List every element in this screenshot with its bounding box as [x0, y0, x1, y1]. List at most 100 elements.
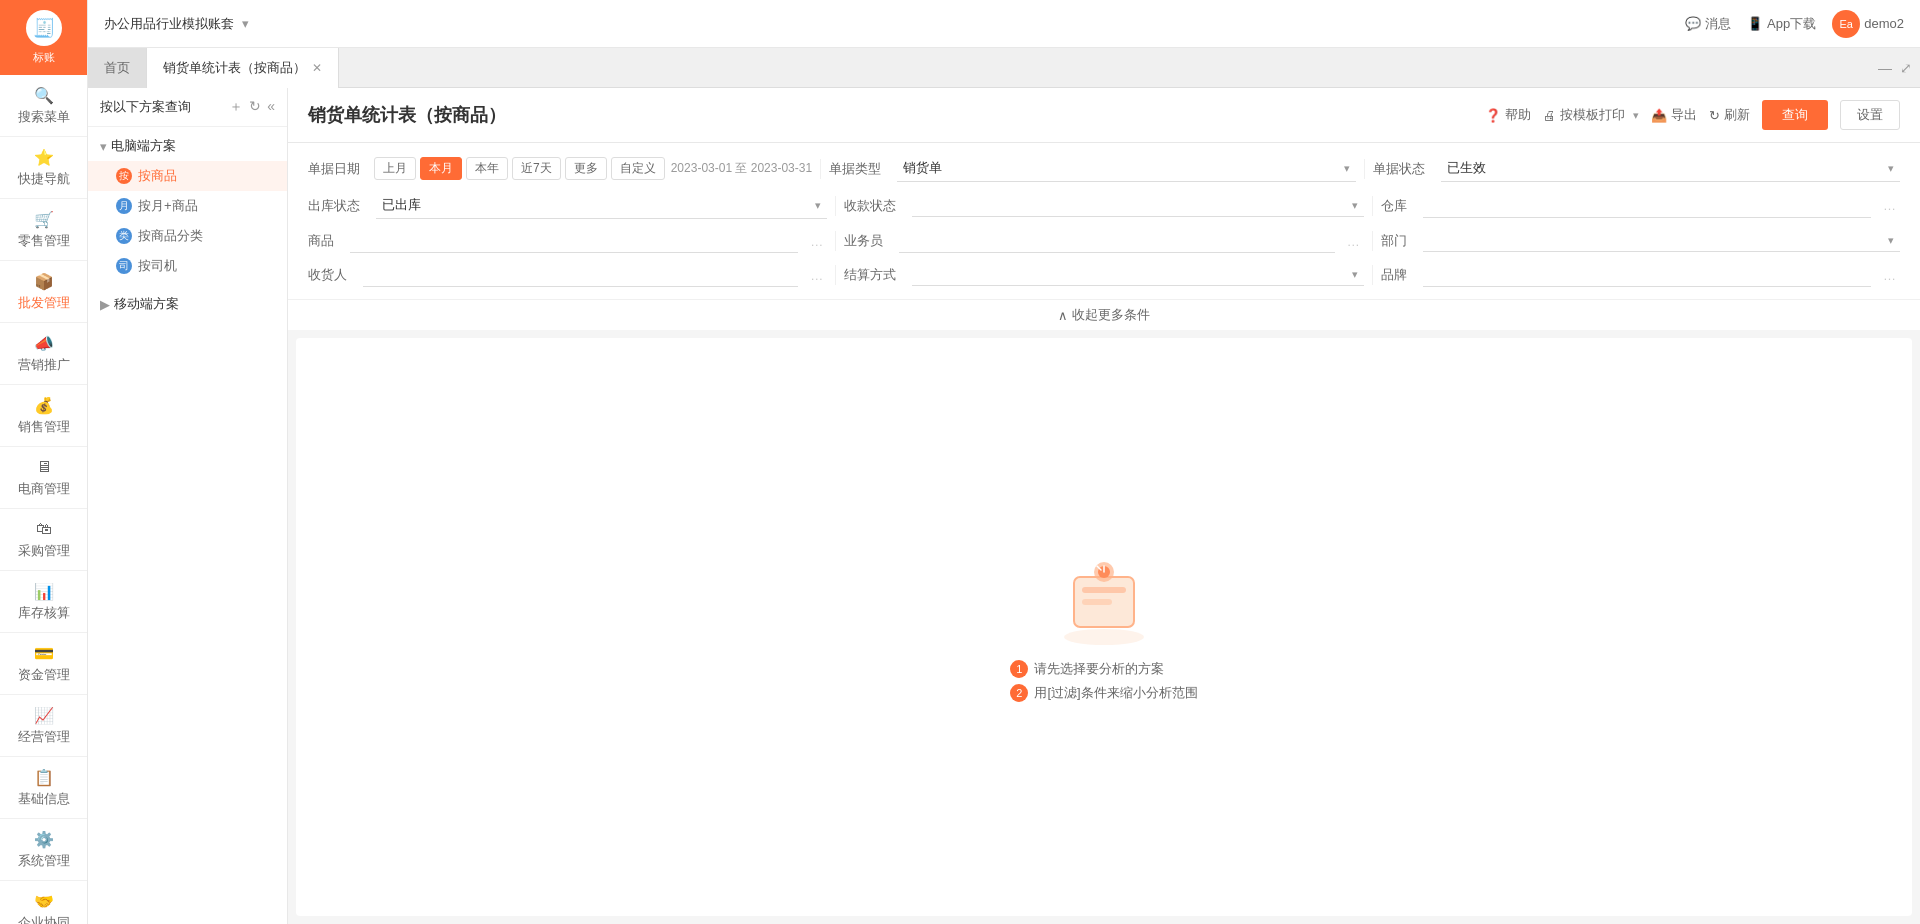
tip-text-2: 用[过滤]条件来缩小分析范围 — [1034, 684, 1197, 702]
scheme-item-by-goods[interactable]: 按 按商品 — [88, 161, 287, 191]
tab-home[interactable]: 首页 — [88, 48, 147, 88]
goods-input[interactable] — [350, 229, 798, 253]
purchase-nav-icon: 🛍 — [34, 519, 54, 539]
empty-tip-2: 2 用[过滤]条件来缩小分析范围 — [1010, 684, 1197, 702]
payment-status-dropdown-icon: ▾ — [1352, 199, 1358, 212]
salesman-input[interactable] — [899, 229, 1334, 253]
date-range-display: 2023-03-01 至 2023-03-31 — [671, 160, 812, 177]
ecom-nav-icon: 🖥 — [34, 457, 54, 477]
goods-dots[interactable]: … — [806, 234, 827, 249]
sidebar-item-wholesale[interactable]: 📦 批发管理 — [0, 261, 87, 323]
tab-close-icon[interactable]: ✕ — [312, 61, 322, 75]
mobile-group-arrow: ▶ — [100, 297, 110, 312]
filter-field-salesman: 业务员 … — [844, 229, 1363, 253]
scheme-item-by-driver[interactable]: 司 按司机 — [88, 251, 287, 281]
app-download-btn[interactable]: 📱 App下载 — [1747, 15, 1816, 33]
workspace-dropdown-icon[interactable]: ▾ — [242, 16, 249, 31]
sidebar-item-corp[interactable]: 🤝 企业协同 — [0, 881, 87, 924]
sidebar-item-system[interactable]: ⚙️ 系统管理 — [0, 819, 87, 881]
user-btn[interactable]: Ea demo2 — [1832, 10, 1904, 38]
date-btn-7days[interactable]: 近7天 — [512, 157, 561, 180]
export-btn[interactable]: 📤 导出 — [1651, 106, 1697, 124]
tab-sales-stat[interactable]: 销货单统计表（按商品） ✕ — [147, 48, 339, 88]
template-print-label: 按模板打印 — [1560, 106, 1625, 124]
doc-status-value: 已生效 — [1447, 159, 1486, 177]
sidebar-item-inventory-label: 库存核算 — [18, 604, 70, 622]
sidebar-item-ecom[interactable]: 🖥 电商管理 — [0, 447, 87, 509]
scheme-icon-category: 类 — [116, 228, 132, 244]
date-btn-custom[interactable]: 自定义 — [611, 157, 665, 180]
collapse-row[interactable]: ∧ 收起更多条件 — [288, 299, 1920, 330]
sidebar-item-retail[interactable]: 🛒 零售管理 — [0, 199, 87, 261]
sidebar-item-operation[interactable]: 📈 经营管理 — [0, 695, 87, 757]
template-print-btn[interactable]: 🖨 按模板打印 ▾ — [1543, 106, 1639, 124]
department-select[interactable]: ▾ — [1423, 230, 1900, 252]
date-btn-this-month[interactable]: 本月 — [420, 157, 462, 180]
receiver-dots[interactable]: … — [806, 268, 827, 283]
scheme-item-by-month-goods[interactable]: 月 按月+商品 — [88, 191, 287, 221]
message-btn[interactable]: 💬 消息 — [1685, 15, 1731, 33]
message-icon: 💬 — [1685, 16, 1701, 31]
sidebar-item-marketing-label: 营销推广 — [18, 356, 70, 374]
doc-type-value: 销货单 — [903, 159, 942, 177]
scheme-collapse-btn[interactable]: « — [267, 98, 275, 116]
sidebar-item-basic[interactable]: 📋 基础信息 — [0, 757, 87, 819]
warehouse-input[interactable] — [1423, 194, 1871, 218]
doc-status-select[interactable]: 已生效 ▾ — [1441, 155, 1900, 182]
refresh-btn[interactable]: ↻ 刷新 — [1709, 106, 1750, 124]
ship-status-select[interactable]: 已出库 ▾ — [376, 192, 827, 219]
sidebar-item-search[interactable]: 🔍 搜索菜单 — [0, 75, 87, 137]
sidebar-item-quick[interactable]: ⭐ 快捷导航 — [0, 137, 87, 199]
app-download-icon: 📱 — [1747, 16, 1763, 31]
warehouse-label: 仓库 — [1381, 197, 1407, 215]
operation-nav-icon: 📈 — [34, 705, 54, 725]
date-btn-last-month[interactable]: 上月 — [374, 157, 416, 180]
empty-illustration — [1044, 552, 1164, 652]
date-label: 单据日期 — [308, 160, 360, 178]
brand-dots[interactable]: … — [1879, 268, 1900, 283]
doc-type-select[interactable]: 销货单 ▾ — [897, 155, 1356, 182]
date-btn-this-year[interactable]: 本年 — [466, 157, 508, 180]
sidebar-item-purchase[interactable]: 🛍 采购管理 — [0, 509, 87, 571]
receiver-input[interactable] — [363, 263, 798, 287]
sidebar-item-inventory[interactable]: 📊 库存核算 — [0, 571, 87, 633]
logo-area[interactable]: 🧾 标账 — [0, 0, 87, 75]
window-buttons: — ⤢ — [1878, 60, 1920, 76]
page-title: 销货单统计表（按商品） — [308, 103, 506, 127]
svg-point-0 — [1064, 629, 1144, 645]
scheme-icon-goods: 按 — [116, 168, 132, 184]
brand-input[interactable] — [1423, 263, 1871, 287]
top-header: 办公用品行业模拟账套 ▾ 💬 消息 📱 App下载 Ea demo2 — [88, 0, 1920, 48]
scheme-refresh-btn[interactable]: ↻ — [249, 98, 261, 116]
header-left: 办公用品行业模拟账套 ▾ — [104, 15, 249, 33]
scheme-group-mobile-title[interactable]: ▶ 移动端方案 — [88, 289, 287, 319]
query-button[interactable]: 查询 — [1762, 100, 1828, 130]
scheme-add-btn[interactable]: ＋ — [229, 98, 243, 116]
filter-row-3: 商品 … 业务员 … 部门 ▾ — [308, 229, 1900, 253]
date-btn-more[interactable]: 更多 — [565, 157, 607, 180]
scheme-item-by-category[interactable]: 类 按商品分类 — [88, 221, 287, 251]
divider-6 — [1372, 231, 1373, 251]
collapse-label: 收起更多条件 — [1072, 306, 1150, 324]
sidebar-item-sales[interactable]: 💰 销售管理 — [0, 385, 87, 447]
settings-button[interactable]: 设置 — [1840, 100, 1900, 130]
window-maximize-icon[interactable]: ⤢ — [1900, 60, 1912, 76]
window-minimize-icon[interactable]: — — [1878, 60, 1892, 76]
warehouse-dots[interactable]: … — [1879, 198, 1900, 213]
sidebar-item-finance[interactable]: 💳 资金管理 — [0, 633, 87, 695]
sidebar-item-marketing[interactable]: 📣 营销推广 — [0, 323, 87, 385]
sidebar-item-finance-label: 资金管理 — [18, 666, 70, 684]
divider-7 — [835, 265, 836, 285]
filter-row-2: 出库状态 已出库 ▾ 收款状态 ▾ — [308, 192, 1900, 219]
settlement-select[interactable]: ▾ — [912, 264, 1363, 286]
page-title-row: 销货单统计表（按商品） ❓ 帮助 🖨 按模板打印 ▾ 📤 — [308, 100, 1900, 130]
payment-status-select[interactable]: ▾ — [912, 195, 1363, 217]
salesman-dots[interactable]: … — [1343, 234, 1364, 249]
help-btn[interactable]: ❓ 帮助 — [1485, 106, 1531, 124]
logo-text: 标账 — [33, 50, 55, 65]
divider-4 — [1372, 196, 1373, 216]
scheme-group-desktop-title[interactable]: ▾ 电脑端方案 — [88, 131, 287, 161]
salesman-label: 业务员 — [844, 232, 883, 250]
avatar: Ea — [1832, 10, 1860, 38]
sidebar-item-ecom-label: 电商管理 — [18, 480, 70, 498]
